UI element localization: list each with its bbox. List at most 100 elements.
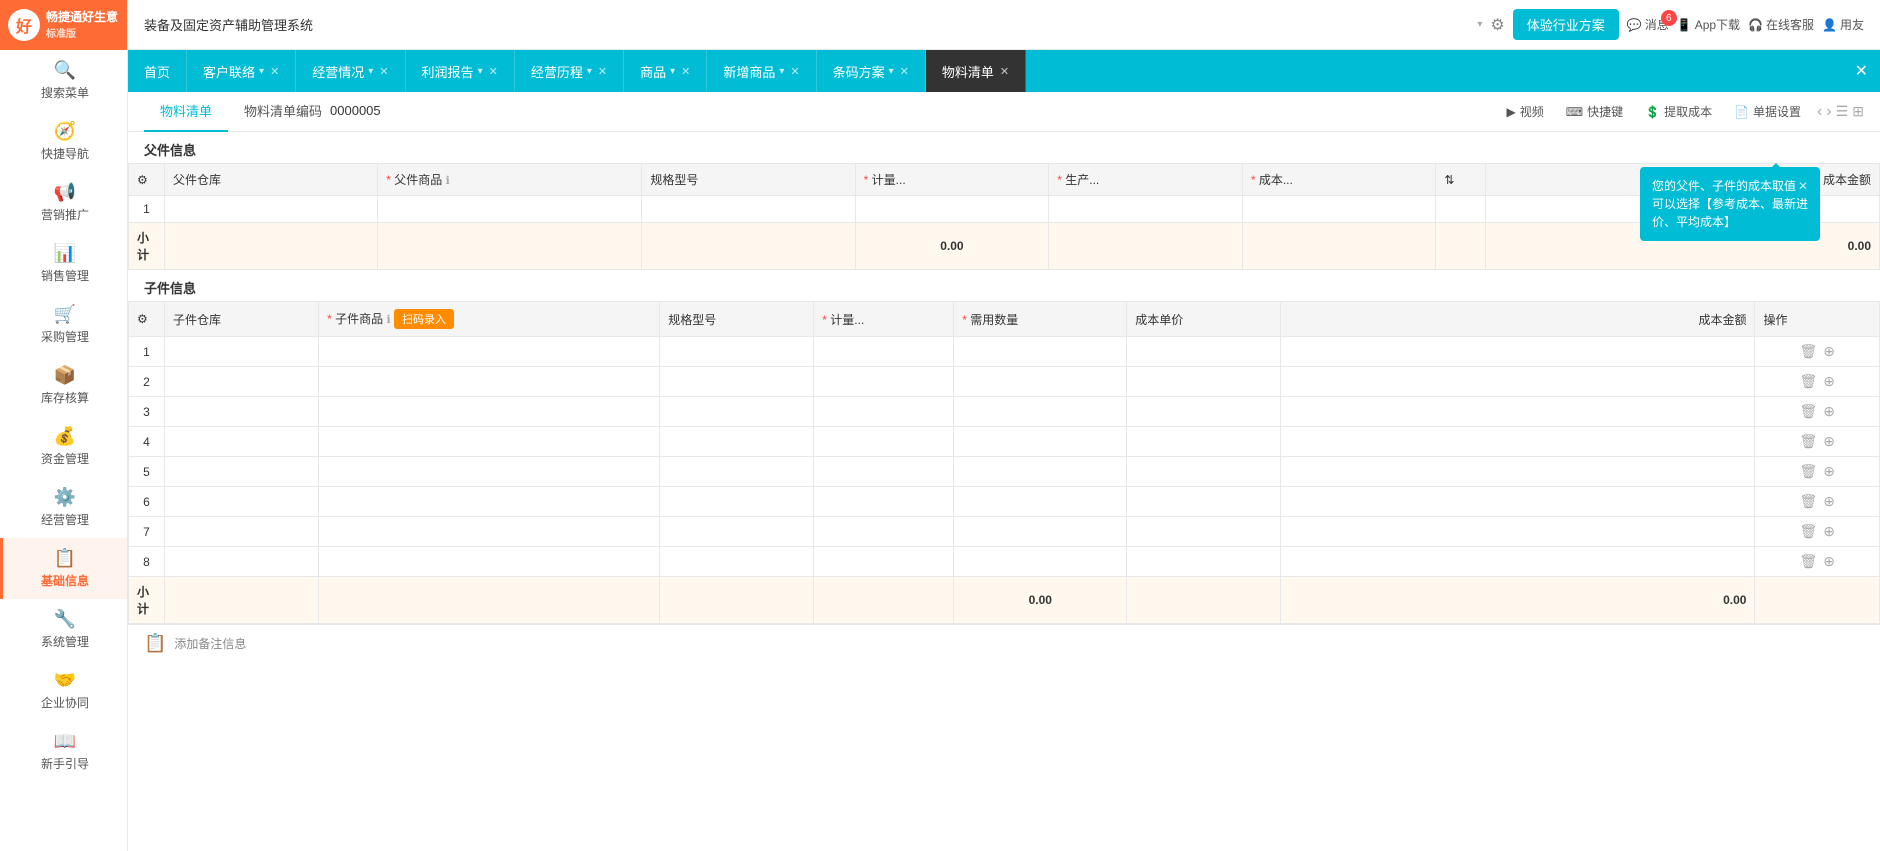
nav-tab-operations[interactable]: 经营情况 ▾ ✕ [296,50,405,92]
copy-icon[interactable]: ⊕ [1823,373,1835,390]
child-spec-cell[interactable] [660,427,814,457]
nav-tab-goods[interactable]: 商品 ▾ ✕ [624,50,707,92]
copy-icon[interactable]: ⊕ [1823,403,1835,420]
nav-tab-close[interactable]: ✕ [598,65,607,78]
sidebar-item-quicknav[interactable]: 🧭 快捷导航 [0,111,127,172]
settings-icon[interactable]: ⚙ [1490,15,1504,35]
child-col-settings[interactable]: ⚙ [129,302,165,337]
nav-next-button[interactable]: › [1826,103,1831,121]
child-unit-cell[interactable] [814,457,954,487]
child-unit-cost-cell[interactable] [1127,427,1281,457]
child-unit-cell[interactable] [814,487,954,517]
child-unit-cell[interactable] [814,337,954,367]
copy-icon[interactable]: ⊕ [1823,463,1835,480]
sidebar-item-search[interactable]: 🔍 搜索菜单 [0,50,127,111]
child-warehouse-cell[interactable] [165,517,319,547]
sidebar-item-inventory[interactable]: 📦 库存核算 [0,355,127,416]
sidebar-item-operations[interactable]: ⚙️ 经营管理 [0,477,127,538]
child-spec-cell[interactable] [660,367,814,397]
sidebar-item-collab[interactable]: 🤝 企业协同 [0,660,127,721]
delete-icon[interactable]: 🗑 [1799,553,1817,570]
child-spec-cell[interactable] [660,457,814,487]
child-unit-cell[interactable] [814,427,954,457]
delete-icon[interactable]: 🗑 [1799,523,1817,540]
delete-icon[interactable]: 🗑 [1799,373,1817,390]
nav-tab-close[interactable]: ✕ [900,65,909,78]
child-warehouse-cell[interactable] [165,547,319,577]
sidebar-item-basic[interactable]: 📋 基础信息 [0,538,127,599]
delete-icon[interactable]: 🗑 [1799,493,1817,510]
child-unit-cost-cell[interactable] [1127,337,1281,367]
tooltip-close-button[interactable]: ✕ [1798,177,1808,195]
child-spec-cell[interactable] [660,397,814,427]
copy-icon[interactable]: ⊕ [1823,523,1835,540]
nav-tab-home[interactable]: 首页 [128,50,187,92]
parent-unit-cell[interactable] [855,196,1049,223]
child-warehouse-cell[interactable] [165,427,319,457]
app-download-button[interactable]: 📱 App下载 [1677,16,1740,33]
nav-tab-close[interactable]: ✕ [790,65,799,78]
child-unit-cell[interactable] [814,517,954,547]
child-goods-cell[interactable] [319,517,660,547]
child-goods-cell[interactable] [319,457,660,487]
child-qty-cell[interactable] [954,457,1127,487]
sidebar-item-marketing[interactable]: 📢 营销推广 [0,172,127,233]
parent-cost-cell[interactable] [1242,196,1436,223]
nav-prev-button[interactable]: ‹ [1817,103,1822,121]
sidebar-item-system[interactable]: 🔧 系统管理 [0,599,127,660]
child-spec-cell[interactable] [660,337,814,367]
child-spec-cell[interactable] [660,487,814,517]
child-goods-cell[interactable] [319,547,660,577]
child-qty-cell[interactable] [954,397,1127,427]
expand-button[interactable]: ⊞ [1852,103,1864,120]
nav-tab-close[interactable]: ✕ [1000,65,1009,78]
delete-icon[interactable]: 🗑 [1799,403,1817,420]
nav-tab-newgoods[interactable]: 新增商品 ▾ ✕ [707,50,816,92]
child-qty-cell[interactable] [954,487,1127,517]
nav-tab-profit[interactable]: 利润报告 ▾ ✕ [406,50,515,92]
child-unit-cost-cell[interactable] [1127,397,1281,427]
copy-icon[interactable]: ⊕ [1823,343,1835,360]
parent-warehouse-cell[interactable] [165,196,378,223]
list-view-button[interactable]: ☰ [1836,103,1849,120]
sub-tab-list[interactable]: 物料清单 [144,92,228,132]
child-qty-cell[interactable] [954,547,1127,577]
child-qty-cell[interactable] [954,367,1127,397]
child-unit-cell[interactable] [814,367,954,397]
child-qty-cell[interactable] [954,427,1127,457]
system-dropdown-arrow[interactable]: ▾ [1477,19,1482,30]
nav-tab-close[interactable]: ✕ [270,65,279,78]
nav-tab-barcode[interactable]: 条码方案 ▾ ✕ [817,50,926,92]
copy-icon[interactable]: ⊕ [1823,553,1835,570]
close-all-tabs-button[interactable]: ✕ [1843,61,1880,81]
child-spec-cell[interactable] [660,547,814,577]
child-goods-cell[interactable] [319,367,660,397]
child-unit-cost-cell[interactable] [1127,457,1281,487]
single-settings-button[interactable]: 📄 单据设置 [1728,100,1807,123]
child-spec-cell[interactable] [660,517,814,547]
sub-tab-code[interactable]: 物料清单编码 0000005 [228,92,397,132]
copy-icon[interactable]: ⊕ [1823,433,1835,450]
child-unit-cell[interactable] [814,547,954,577]
child-unit-cost-cell[interactable] [1127,547,1281,577]
nav-tab-customer[interactable]: 客户联络 ▾ ✕ [187,50,296,92]
nav-tab-history[interactable]: 经营历程 ▾ ✕ [515,50,624,92]
sidebar-item-purchase[interactable]: 🛒 采购管理 [0,294,127,355]
child-warehouse-cell[interactable] [165,397,319,427]
child-goods-cell[interactable] [319,487,660,517]
nav-tab-bom[interactable]: 物料清单 ✕ [926,50,1026,92]
sidebar-item-guide[interactable]: 📖 新手引导 [0,721,127,782]
scan-input-button[interactable]: 扫码录入 [394,309,454,329]
child-qty-cell[interactable] [954,337,1127,367]
parent-col-settings[interactable]: ⚙ [129,164,165,196]
extract-cost-button[interactable]: 💲 提取成本 [1639,100,1718,123]
parent-goods-cell[interactable] [378,196,642,223]
user-button[interactable]: 👤 用友 [1822,16,1864,33]
child-unit-cost-cell[interactable] [1127,487,1281,517]
delete-icon[interactable]: 🗑 [1799,463,1817,480]
child-goods-cell[interactable] [319,337,660,367]
video-button[interactable]: ▶ 视频 [1501,100,1550,123]
message-button[interactable]: 💬 消息 6 [1627,16,1669,33]
nav-tab-close[interactable]: ✕ [489,65,498,78]
sidebar-item-finance[interactable]: 💰 资金管理 [0,416,127,477]
